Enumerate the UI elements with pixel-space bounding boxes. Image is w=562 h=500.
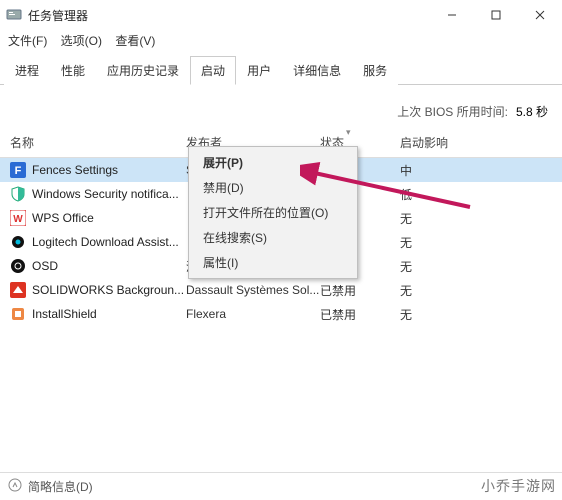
- ctx-item-3[interactable]: 在线搜索(S): [191, 225, 355, 250]
- collapse-chevron-icon[interactable]: [8, 478, 22, 495]
- annotation-arrow-icon: [300, 152, 480, 222]
- maximize-button[interactable]: [474, 0, 518, 30]
- sort-indicator-icon: ▾: [346, 127, 351, 138]
- window-title: 任务管理器: [28, 7, 430, 24]
- tab-性能[interactable]: 性能: [50, 56, 96, 85]
- row-name: Windows Security notifica...: [32, 187, 186, 201]
- svg-text:F: F: [15, 165, 22, 177]
- status-bar: 简略信息(D): [0, 472, 562, 500]
- row-name: Logitech Download Assist...: [32, 235, 186, 249]
- col-name[interactable]: 名称: [0, 134, 186, 151]
- menu-options[interactable]: 选项(O): [61, 34, 102, 48]
- ctx-item-4[interactable]: 属性(I): [191, 250, 355, 275]
- is-icon: [10, 306, 26, 322]
- row-name: Fences Settings: [32, 163, 186, 177]
- wps-icon: W: [10, 210, 26, 226]
- row-name: WPS Office: [32, 211, 186, 225]
- watermark-text: 小乔手游网: [481, 476, 556, 496]
- row-name: InstallShield: [32, 307, 186, 321]
- row-name: OSD: [32, 259, 186, 273]
- row-impact: 无: [400, 282, 562, 299]
- bios-value: 5.8 秒: [516, 103, 548, 120]
- close-button[interactable]: [518, 0, 562, 30]
- row-impact: 无: [400, 306, 562, 323]
- task-manager-icon: [6, 7, 22, 23]
- logi-icon: [10, 234, 26, 250]
- menu-view[interactable]: 查看(V): [115, 34, 155, 48]
- status-toggle[interactable]: 简略信息(D): [28, 478, 93, 495]
- row-name: SOLIDWORKS Backgroun...: [32, 283, 186, 297]
- tab-strip: 进程性能应用历史记录启动用户详细信息服务: [0, 55, 562, 85]
- shield-icon: [10, 186, 26, 202]
- osd-icon: [10, 258, 26, 274]
- row-status: 已禁用: [320, 282, 400, 299]
- tab-用户[interactable]: 用户: [236, 56, 282, 85]
- bios-label: 上次 BIOS 所用时间:: [397, 103, 508, 120]
- sw-icon: [10, 282, 26, 298]
- row-publisher: Flexera: [186, 307, 320, 321]
- menu-bar: 文件(F) 选项(O) 查看(V): [0, 30, 562, 55]
- menu-file[interactable]: 文件(F): [8, 34, 47, 48]
- col-impact[interactable]: 启动影响: [400, 134, 562, 151]
- bios-time-row: 上次 BIOS 所用时间: 5.8 秒: [0, 85, 562, 128]
- row-status: 已禁用: [320, 306, 400, 323]
- tab-服务[interactable]: 服务: [352, 56, 398, 85]
- minimize-button[interactable]: [430, 0, 474, 30]
- row-publisher: Dassault Systèmes Sol...: [186, 283, 320, 297]
- tab-应用历史记录[interactable]: 应用历史记录: [96, 56, 190, 85]
- title-bar: 任务管理器: [0, 0, 562, 30]
- row-impact: 无: [400, 234, 562, 251]
- svg-text:W: W: [13, 214, 23, 225]
- fences-icon: F: [10, 162, 26, 178]
- window-controls: [430, 0, 562, 30]
- tab-启动[interactable]: 启动: [190, 56, 236, 85]
- tab-进程[interactable]: 进程: [4, 56, 50, 85]
- tab-详细信息[interactable]: 详细信息: [282, 56, 352, 85]
- table-row[interactable]: InstallShieldFlexera已禁用无: [0, 302, 562, 326]
- table-row[interactable]: SOLIDWORKS Backgroun...Dassault Systèmes…: [0, 278, 562, 302]
- row-impact: 无: [400, 258, 562, 275]
